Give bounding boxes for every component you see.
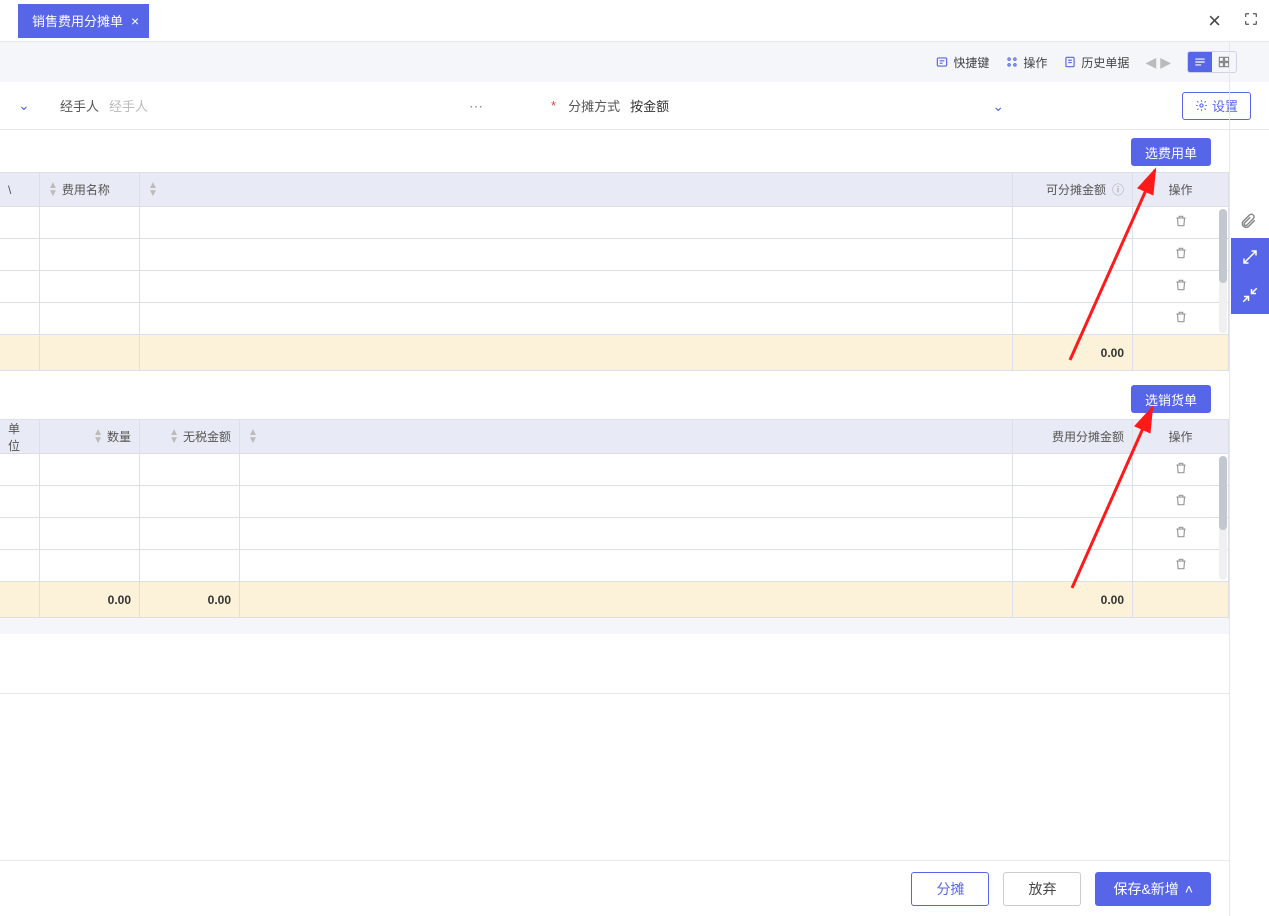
col-unit: 单位	[0, 420, 40, 454]
expand-in-icon[interactable]	[1231, 276, 1269, 314]
operate-link[interactable]: 操作	[1005, 54, 1047, 71]
delete-icon[interactable]	[1174, 461, 1188, 478]
shortcut-link[interactable]: 快捷键	[935, 54, 989, 71]
method-value: 按金额	[630, 99, 669, 114]
table-row[interactable]	[0, 239, 1229, 271]
more-icon[interactable]: ⋯	[469, 98, 483, 115]
delete-icon[interactable]	[1174, 278, 1188, 295]
fullscreen-icon[interactable]	[1243, 11, 1259, 30]
next-record-icon[interactable]: ▶	[1160, 54, 1171, 71]
sales-table-head: 单位 ▲▼数量 ▲▼无税金额 ▲▼ 费用分摊金额 操作	[0, 420, 1229, 454]
view-list-icon[interactable]	[1188, 52, 1212, 72]
table-row[interactable]	[0, 303, 1229, 335]
toolbar: 快捷键 操作 历史单据 ◀ ▶	[0, 42, 1269, 82]
close-icon[interactable]: ×	[1204, 8, 1225, 34]
sum-qty: 0.00	[108, 593, 131, 607]
history-label: 历史单据	[1081, 54, 1129, 71]
footer: 分摊 放弃 保存&新增 ˄	[0, 860, 1229, 916]
table-row[interactable]	[0, 518, 1229, 550]
allocate-button[interactable]: 分摊	[911, 872, 989, 906]
table-row[interactable]	[0, 207, 1229, 239]
delete-icon[interactable]	[1174, 525, 1188, 542]
col-blank[interactable]: ▲▼	[140, 173, 1013, 207]
sales-table: 单位 ▲▼数量 ▲▼无税金额 ▲▼ 费用分摊金额 操作 0.00 0.00	[0, 419, 1229, 618]
delete-icon[interactable]	[1174, 557, 1188, 574]
tab-title: 销售费用分摊单	[32, 11, 123, 30]
delete-icon[interactable]	[1174, 246, 1188, 263]
method-select[interactable]: 按金额 ⌄	[630, 96, 1010, 115]
handler-field: 经手人 经手人 ⋯	[60, 96, 489, 115]
handler-placeholder: 经手人	[109, 99, 148, 114]
col-op: 操作	[1133, 173, 1229, 207]
attachment-icon[interactable]	[1239, 212, 1261, 234]
col-qty[interactable]: ▲▼数量	[40, 420, 140, 454]
collapse-icon[interactable]: ⌄	[18, 97, 38, 114]
info-icon[interactable]: ⓘ	[1112, 181, 1124, 198]
expense-sum-row: 0.00	[0, 335, 1229, 371]
scrollbar[interactable]	[1219, 456, 1227, 580]
tabbar-right: ×	[1204, 8, 1259, 34]
right-rail	[1229, 42, 1269, 916]
operate-label: 操作	[1023, 54, 1047, 71]
expense-table: \ ▲▼费用名称 ▲▼ 可分摊金额ⓘ 操作 0.00	[0, 172, 1229, 371]
record-nav: ◀ ▶	[1145, 54, 1171, 71]
table-row[interactable]	[0, 486, 1229, 518]
expense-sum-amount: 0.00	[1101, 346, 1124, 360]
col-allocatable-amount[interactable]: 可分摊金额ⓘ	[1013, 173, 1133, 207]
tab-bar: 销售费用分摊单 × ×	[0, 0, 1269, 42]
col-expense-name[interactable]: ▲▼费用名称	[40, 173, 140, 207]
save-new-button[interactable]: 保存&新增 ˄	[1095, 872, 1211, 906]
history-link[interactable]: 历史单据	[1063, 54, 1129, 71]
col-notax[interactable]: ▲▼无税金额	[140, 420, 240, 454]
expense-table-head: \ ▲▼费用名称 ▲▼ 可分摊金额ⓘ 操作	[0, 173, 1229, 207]
col-corner: \	[0, 173, 40, 207]
col-alloc-amount[interactable]: 费用分摊金额	[1013, 420, 1133, 454]
col-blank2[interactable]: ▲▼	[240, 420, 1013, 454]
main-area: 选费用单 \ ▲▼费用名称 ▲▼ 可分摊金额ⓘ 操作 0.00	[0, 130, 1229, 860]
shortcut-label: 快捷键	[953, 54, 989, 71]
table-row[interactable]	[0, 271, 1229, 303]
sales-sum-row: 0.00 0.00 0.00	[0, 582, 1229, 618]
sum-alloc: 0.00	[1101, 593, 1124, 607]
abandon-button[interactable]: 放弃	[1003, 872, 1081, 906]
delete-icon[interactable]	[1174, 310, 1188, 327]
delete-icon[interactable]	[1174, 214, 1188, 231]
handler-input[interactable]: 经手人 ⋯	[109, 96, 489, 115]
sum-notax: 0.00	[208, 593, 231, 607]
chevron-up-icon: ˄	[1185, 881, 1193, 897]
handler-label: 经手人	[60, 96, 99, 115]
select-sales-button[interactable]: 选销货单	[1131, 385, 1211, 413]
method-label: 分摊方式	[568, 96, 620, 115]
table-row[interactable]	[0, 454, 1229, 486]
scrollbar[interactable]	[1219, 209, 1227, 333]
delete-icon[interactable]	[1174, 493, 1188, 510]
tab-close-icon[interactable]: ×	[131, 13, 139, 29]
table-row[interactable]	[0, 550, 1229, 582]
chevron-down-icon[interactable]: ⌄	[992, 98, 1004, 115]
expand-out-icon[interactable]	[1231, 238, 1269, 276]
method-field: * 分摊方式 按金额 ⌄	[551, 96, 1010, 115]
save-new-label: 保存&新增	[1113, 879, 1178, 899]
col-op2: 操作	[1133, 420, 1229, 454]
prev-record-icon[interactable]: ◀	[1145, 54, 1156, 71]
form-row: ⌄ 经手人 经手人 ⋯ * 分摊方式 按金额 ⌄ 设置	[0, 82, 1269, 130]
select-expense-button[interactable]: 选费用单	[1131, 138, 1211, 166]
tab-sales-expense-allocation[interactable]: 销售费用分摊单 ×	[18, 4, 149, 38]
